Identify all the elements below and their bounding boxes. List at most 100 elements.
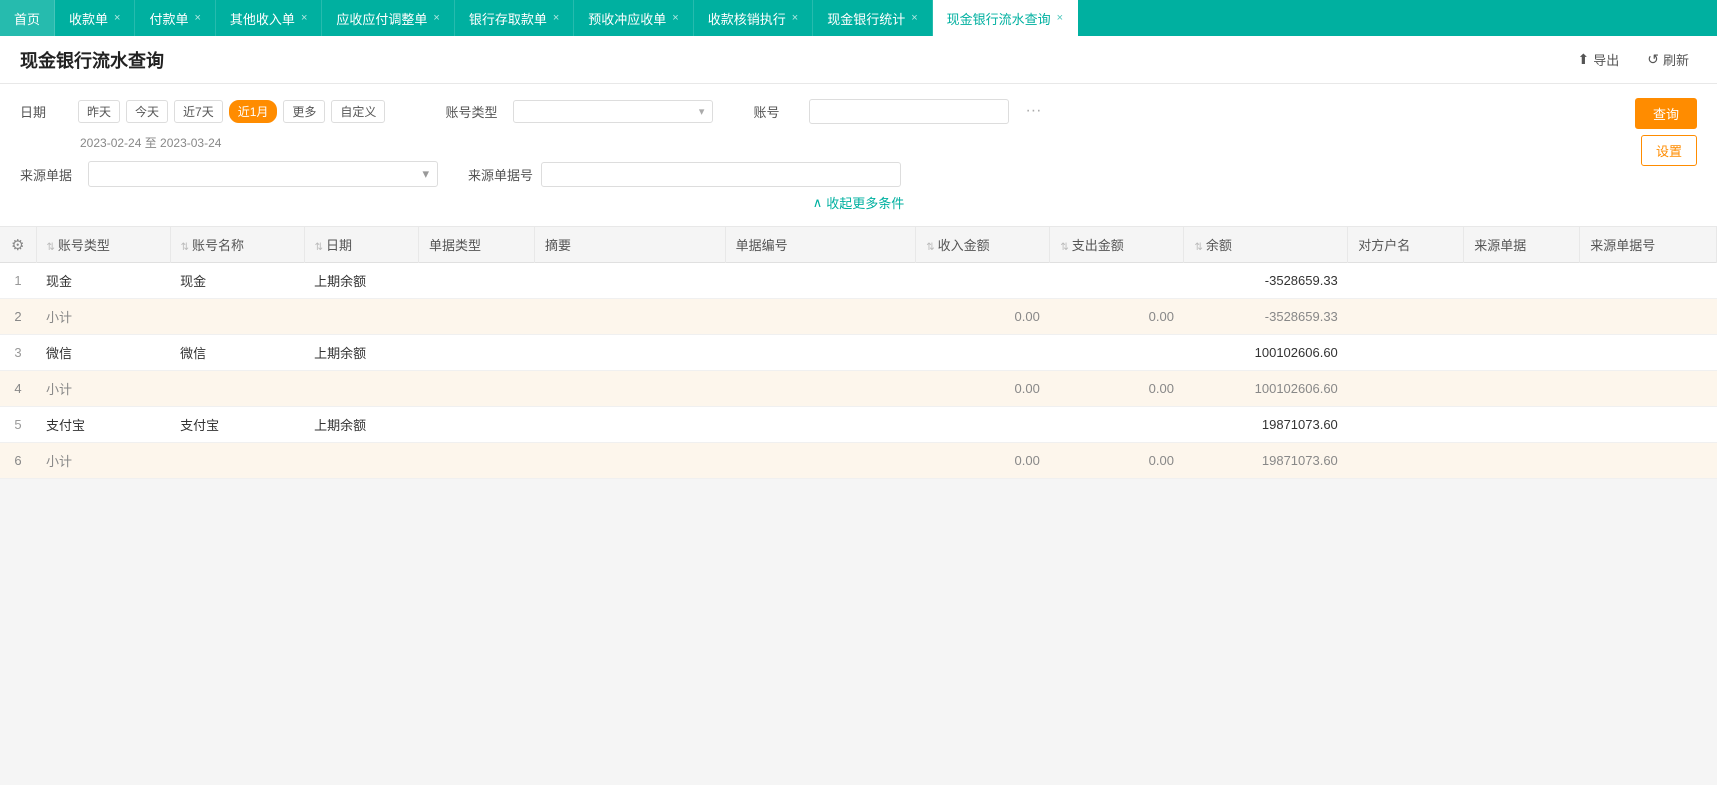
data-table: ⚙ ⇅账号类型 ⇅账号名称 ⇅日期 单据类型 摘要 单据编号 ⇅收入金额 ⇅支出… xyxy=(0,227,1717,479)
collapse-bar[interactable]: ∧ 收起更多条件 xyxy=(20,187,1697,216)
source-num-input[interactable] xyxy=(541,162,901,187)
account-type-cell: 支付宝 xyxy=(36,407,170,443)
date-cell: 上期余额 xyxy=(304,407,418,443)
nav-shoukuan[interactable]: 收款单 × xyxy=(55,0,135,36)
nav-bank-stats[interactable]: 现金银行统计 × xyxy=(813,0,932,36)
expense-cell: 0.00 xyxy=(1050,371,1184,407)
source-doc-select[interactable]: ▾ xyxy=(88,161,438,187)
counterparty-cell xyxy=(1348,371,1464,407)
doc-type-cell xyxy=(419,407,535,443)
table-row: 3微信微信上期余额100102606.60 xyxy=(0,335,1717,371)
nav-bank-deposit[interactable]: 银行存取款单 × xyxy=(455,0,574,36)
date-cell: 上期余额 xyxy=(304,263,418,299)
th-account-type[interactable]: ⇅账号类型 xyxy=(36,227,170,263)
expense-cell: 0.00 xyxy=(1050,443,1184,479)
account-name-cell xyxy=(170,443,304,479)
expense-cell xyxy=(1050,407,1184,443)
nav-adjustment[interactable]: 应收应付调整单 × xyxy=(322,0,454,36)
th-source-num: 来源单据号 xyxy=(1580,227,1717,263)
summary-cell xyxy=(535,443,726,479)
export-button[interactable]: ⬆ 导出 xyxy=(1570,46,1628,73)
balance-cell: -3528659.33 xyxy=(1184,299,1348,335)
nav-prepay[interactable]: 预收冲应收单 × xyxy=(574,0,693,36)
table-row: 1现金现金上期余额-3528659.33 xyxy=(0,263,1717,299)
filter-area: 日期 昨天 今天 近7天 近1月 更多 自定义 账号类型 ▾ xyxy=(0,84,1717,227)
account-type-select[interactable]: ▾ xyxy=(513,100,713,123)
row-number: 6 xyxy=(0,443,36,479)
source-num-cell xyxy=(1580,371,1717,407)
th-balance[interactable]: ⇅余额 xyxy=(1184,227,1348,263)
doc-number-cell xyxy=(725,299,916,335)
doc-type-cell xyxy=(419,263,535,299)
counterparty-cell xyxy=(1348,263,1464,299)
table-row: 5支付宝支付宝上期余额19871073.60 xyxy=(0,407,1717,443)
counterparty-cell xyxy=(1348,335,1464,371)
nav-home[interactable]: 首页 xyxy=(0,0,55,36)
settings-button[interactable]: 设置 xyxy=(1641,135,1697,166)
summary-cell xyxy=(535,299,726,335)
close-icon[interactable]: × xyxy=(792,12,798,24)
date-btn-7days[interactable]: 近7天 xyxy=(174,100,223,123)
date-cell xyxy=(304,443,418,479)
expense-cell: 0.00 xyxy=(1050,299,1184,335)
doc-number-cell xyxy=(725,335,916,371)
account-type-cell: 小计 xyxy=(36,443,170,479)
date-btn-today[interactable]: 今天 xyxy=(126,100,168,123)
income-cell: 0.00 xyxy=(916,371,1050,407)
doc-type-cell xyxy=(419,335,535,371)
close-icon[interactable]: × xyxy=(911,12,917,24)
th-counterparty: 对方户名 xyxy=(1348,227,1464,263)
summary-cell xyxy=(535,407,726,443)
refresh-icon: ↺ xyxy=(1647,51,1659,68)
close-icon[interactable]: × xyxy=(114,12,120,24)
date-btn-yesterday[interactable]: 昨天 xyxy=(78,100,120,123)
th-date[interactable]: ⇅日期 xyxy=(304,227,418,263)
nav-bank-flow[interactable]: 现金银行流水查询 × xyxy=(933,0,1078,36)
source-num-cell xyxy=(1580,299,1717,335)
account-type-cell: 小计 xyxy=(36,299,170,335)
source-doc-cell xyxy=(1464,407,1580,443)
doc-number-cell xyxy=(725,263,916,299)
th-settings[interactable]: ⚙ xyxy=(0,227,36,263)
account-input[interactable] xyxy=(809,99,1009,124)
close-icon[interactable]: × xyxy=(1057,12,1063,24)
date-btn-1month[interactable]: 近1月 xyxy=(229,100,278,123)
counterparty-cell xyxy=(1348,299,1464,335)
source-doc-cell xyxy=(1464,443,1580,479)
nav-other-income[interactable]: 其他收入单 × xyxy=(216,0,322,36)
account-dots-button[interactable]: ··· xyxy=(1017,98,1049,124)
close-icon[interactable]: × xyxy=(301,12,307,24)
doc-number-cell xyxy=(725,371,916,407)
query-button[interactable]: 查询 xyxy=(1635,98,1697,129)
close-icon[interactable]: × xyxy=(553,12,559,24)
source-num-label: 来源单据号 xyxy=(468,165,533,184)
nav-fukuan[interactable]: 付款单 × xyxy=(135,0,215,36)
th-account-name[interactable]: ⇅账号名称 xyxy=(170,227,304,263)
date-btn-more[interactable]: 更多 xyxy=(283,100,325,123)
row-number: 3 xyxy=(0,335,36,371)
summary-cell xyxy=(535,371,726,407)
th-income[interactable]: ⇅收入金额 xyxy=(916,227,1050,263)
close-icon[interactable]: × xyxy=(194,12,200,24)
date-label: 日期 xyxy=(20,102,70,121)
account-name-cell xyxy=(170,299,304,335)
doc-number-cell xyxy=(725,407,916,443)
table-header-row: ⚙ ⇅账号类型 ⇅账号名称 ⇅日期 单据类型 摘要 单据编号 ⇅收入金额 ⇅支出… xyxy=(0,227,1717,263)
source-doc-cell xyxy=(1464,263,1580,299)
th-expense[interactable]: ⇅支出金额 xyxy=(1050,227,1184,263)
refresh-button[interactable]: ↺ 刷新 xyxy=(1639,46,1697,73)
source-num-cell xyxy=(1580,407,1717,443)
doc-type-cell xyxy=(419,299,535,335)
gear-icon[interactable]: ⚙ xyxy=(11,237,24,254)
close-icon[interactable]: × xyxy=(672,12,678,24)
chevron-down-icon-2: ▾ xyxy=(422,166,429,182)
table-row: 2小计0.000.00-3528659.33 xyxy=(0,299,1717,335)
account-type-cell: 微信 xyxy=(36,335,170,371)
source-num-cell xyxy=(1580,335,1717,371)
nav-verify[interactable]: 收款核销执行 × xyxy=(694,0,813,36)
income-cell xyxy=(916,263,1050,299)
table-row: 4小计0.000.00100102606.60 xyxy=(0,371,1717,407)
close-icon[interactable]: × xyxy=(433,12,439,24)
date-btn-custom[interactable]: 自定义 xyxy=(331,100,385,123)
expense-cell xyxy=(1050,335,1184,371)
